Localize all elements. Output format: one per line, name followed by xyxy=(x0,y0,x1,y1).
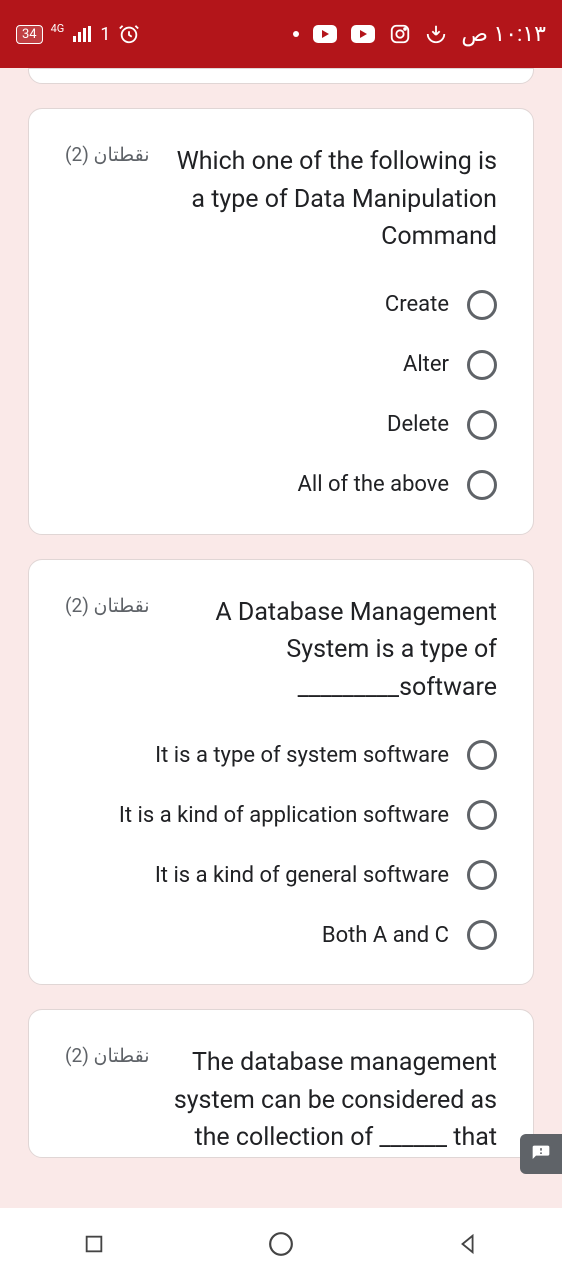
options-group: It is a type of system software It is a … xyxy=(65,740,497,950)
question-points: نقطتان (2) xyxy=(65,1044,150,1157)
option-row[interactable]: Both A and C xyxy=(65,920,497,950)
option-row[interactable]: It is a kind of application software xyxy=(65,800,497,830)
radio-icon[interactable] xyxy=(467,860,497,890)
option-row[interactable]: It is a type of system software xyxy=(65,740,497,770)
question-text: Which one of the following is a type of … xyxy=(162,143,498,256)
radio-icon[interactable] xyxy=(467,350,497,380)
signal-icon xyxy=(72,26,92,42)
radio-icon[interactable] xyxy=(467,410,497,440)
option-row[interactable]: All of the above xyxy=(65,470,497,500)
nav-back-button[interactable] xyxy=(452,1228,484,1260)
status-bar: 34 4G 1 ١٠:١٣ ص xyxy=(0,0,562,68)
option-label: It is a type of system software xyxy=(155,743,449,768)
question-points: نقطتان (2) xyxy=(65,143,150,256)
status-left: 34 4G 1 xyxy=(16,23,140,45)
form-content[interactable]: Which one of the following is a type of … xyxy=(0,68,562,1208)
option-label: Alter xyxy=(403,352,449,377)
radio-icon[interactable] xyxy=(467,740,497,770)
status-right: ١٠:١٣ ص xyxy=(293,22,546,47)
instagram-icon xyxy=(389,23,411,45)
option-label: Create xyxy=(385,292,449,317)
youtube-icon xyxy=(313,25,337,43)
radio-icon[interactable] xyxy=(467,800,497,830)
option-row[interactable]: It is a kind of general software xyxy=(65,860,497,890)
feedback-button[interactable] xyxy=(520,1134,562,1174)
option-row[interactable]: Alter xyxy=(65,350,497,380)
battery-badge: 34 xyxy=(16,25,43,44)
option-row[interactable]: Create xyxy=(65,290,497,320)
radio-icon[interactable] xyxy=(467,290,497,320)
nav-recent-button[interactable] xyxy=(78,1228,110,1260)
option-label: All of the above xyxy=(298,472,450,497)
question-card-1: Which one of the following is a type of … xyxy=(28,108,534,535)
question-card-2: A Database Management System is a type o… xyxy=(28,559,534,986)
option-row[interactable]: Delete xyxy=(65,410,497,440)
option-label: Both A and C xyxy=(322,923,449,948)
options-group: Create Alter Delete All of the above xyxy=(65,290,497,500)
option-label: It is a kind of application software xyxy=(119,803,449,828)
alarm-icon xyxy=(118,23,140,45)
question-card-3: The database management system can be co… xyxy=(28,1009,534,1158)
download-icon xyxy=(425,23,447,45)
radio-icon[interactable] xyxy=(467,920,497,950)
network-type: 4G xyxy=(51,22,65,35)
dot-icon xyxy=(293,31,299,37)
question-text: The database management system can be co… xyxy=(162,1044,498,1157)
nav-home-button[interactable] xyxy=(265,1228,297,1260)
option-label: It is a kind of general software xyxy=(155,863,449,888)
previous-card-edge xyxy=(28,68,534,84)
question-points: نقطتان (2) xyxy=(65,594,150,707)
sim-icon: 1 xyxy=(100,24,110,45)
question-text: A Database Management System is a type o… xyxy=(162,594,498,707)
youtube-icon-2 xyxy=(351,25,375,43)
nav-bar xyxy=(0,1208,562,1280)
option-label: Delete xyxy=(387,412,449,437)
radio-icon[interactable] xyxy=(467,470,497,500)
clock-time: ١٠:١٣ ص xyxy=(461,22,546,47)
